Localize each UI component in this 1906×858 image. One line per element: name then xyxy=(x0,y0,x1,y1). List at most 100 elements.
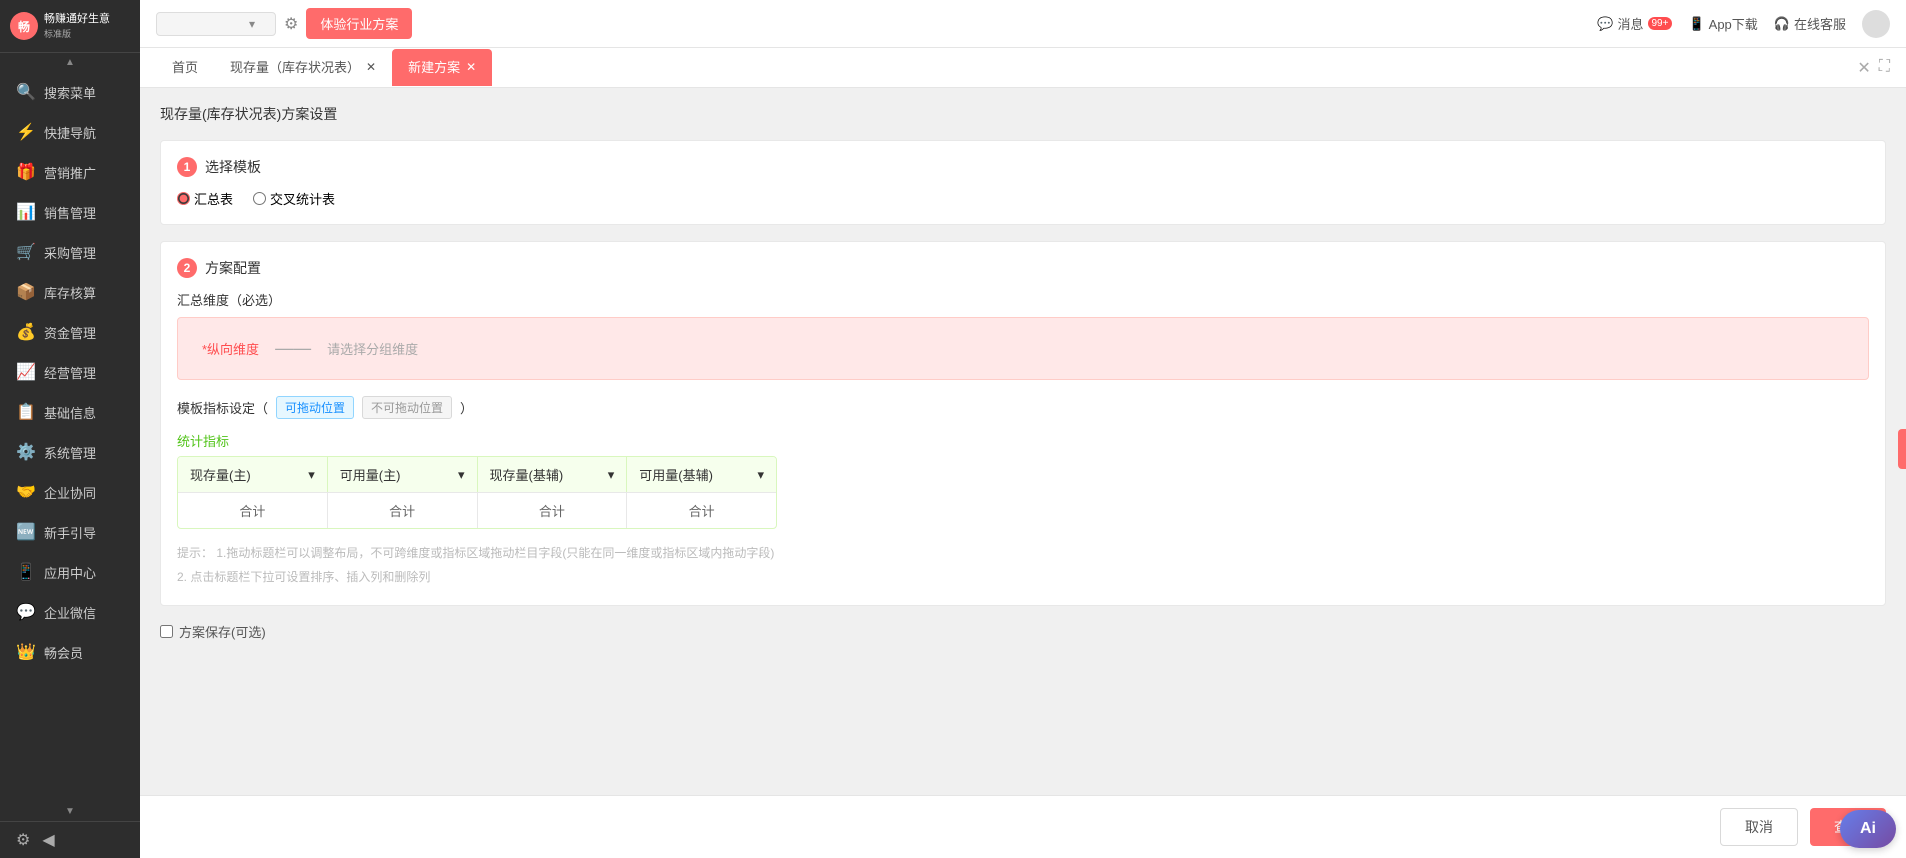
sidebar-item-basic-info[interactable]: 📋 基础信息 xyxy=(0,392,140,432)
sidebar-item-system[interactable]: ⚙️ 系统管理 xyxy=(0,432,140,472)
message-icon: 💬 xyxy=(1597,16,1613,32)
stats-col-2-label: 现存量(基辅) xyxy=(490,465,564,484)
tab-inventory-close[interactable]: ✕ xyxy=(366,60,376,74)
sidebar-item-label: 应用中心 xyxy=(44,563,96,582)
sidebar-item-search[interactable]: 🔍 搜索菜单 xyxy=(0,72,140,112)
sidebar-scroll-up[interactable]: ▲ xyxy=(0,53,140,72)
basic-info-icon: 📋 xyxy=(16,402,36,422)
stats-col-1[interactable]: 可用量(主) ▾ xyxy=(328,457,478,492)
sidebar-logo: 畅 畅赚通好生意 标准版 xyxy=(0,0,140,53)
sidebar-item-finance[interactable]: 💰 资金管理 xyxy=(0,312,140,352)
sidebar-item-label: 经营管理 xyxy=(44,363,96,382)
radio-cross[interactable]: 交叉统计表 xyxy=(253,189,335,208)
ai-button[interactable]: Ai xyxy=(1840,810,1896,848)
right-edge-handle[interactable] xyxy=(1898,429,1906,469)
indicator-label-text: 模板指标设定（ xyxy=(177,398,268,417)
tab-new-plan-label: 新建方案 xyxy=(408,57,460,76)
stats-col-2-dropdown[interactable]: ▾ xyxy=(608,467,615,483)
sidebar-scroll-down[interactable]: ▼ xyxy=(0,802,140,821)
search-dropdown-icon[interactable]: ▾ xyxy=(249,17,255,31)
sidebar-item-quick-nav[interactable]: ⚡ 快捷导航 xyxy=(0,112,140,152)
radio-summary-label: 汇总表 xyxy=(194,189,233,208)
sidebar-item-label: 快捷导航 xyxy=(44,123,96,142)
app-logo-text: 畅赚通好生意 标准版 xyxy=(44,12,110,39)
save-row: 方案保存(可选) xyxy=(160,622,1886,641)
sidebar-item-sales[interactable]: 📊 销售管理 xyxy=(0,192,140,232)
sidebar-item-newuser[interactable]: 🆕 新手引导 xyxy=(0,512,140,552)
stats-table: 现存量(主) ▾ 可用量(主) ▾ 现存量(基辅) ▾ xyxy=(177,456,777,529)
topbar-search-box[interactable]: ▾ xyxy=(156,12,276,36)
save-checkbox[interactable] xyxy=(160,625,173,638)
service-icon: 🎧 xyxy=(1774,16,1790,32)
sidebar-item-appcenter[interactable]: 📱 应用中心 xyxy=(0,552,140,592)
indicator-settings: 模板指标设定（ 可拖动位置 不可拖动位置 ） xyxy=(177,396,1869,419)
window-expand-btn[interactable]: ⛶ xyxy=(1879,58,1890,78)
trial-button[interactable]: 体验行业方案 xyxy=(306,8,412,39)
collapse-icon[interactable]: ◀ xyxy=(42,830,54,850)
topbar-right: 💬 消息 99+ 📱 App下载 🎧 在线客服 xyxy=(1597,10,1890,38)
step2-section: 2 方案配置 汇总维度（必选） *纵向维度 —— 请选择分组维度 模板指标设定（… xyxy=(160,241,1886,606)
sidebar-footer: ⚙ ◀ xyxy=(0,821,140,858)
sidebar-item-operations[interactable]: 📈 经营管理 xyxy=(0,352,140,392)
sidebar-item-label: 搜索菜单 xyxy=(44,83,96,102)
indicator-settings-label: 模板指标设定（ 可拖动位置 不可拖动位置 ） xyxy=(177,396,1869,419)
stats-col-3-dropdown[interactable]: ▾ xyxy=(757,467,764,483)
tab-home[interactable]: 首页 xyxy=(156,49,214,86)
radio-cross-label: 交叉统计表 xyxy=(270,189,335,208)
sidebar-item-label: 库存核算 xyxy=(44,283,96,302)
tab-new-plan[interactable]: 新建方案 ✕ xyxy=(392,49,492,86)
stats-col-3-label: 可用量(基辅) xyxy=(639,465,713,484)
app-download-label: App下载 xyxy=(1709,14,1758,33)
cancel-button[interactable]: 取消 xyxy=(1720,808,1798,846)
finance-icon: 💰 xyxy=(16,322,36,342)
stats-cell-0: 合计 xyxy=(178,492,328,528)
sidebar-item-member[interactable]: 👑 畅会员 xyxy=(0,632,140,672)
tab-new-plan-close[interactable]: ✕ xyxy=(466,60,476,74)
sidebar-item-enterprise[interactable]: 🤝 企业协同 xyxy=(0,472,140,512)
indicator-draggable-badge: 可拖动位置 xyxy=(276,396,354,419)
sidebar-item-wechat[interactable]: 💬 企业微信 xyxy=(0,592,140,632)
radio-summary-input[interactable] xyxy=(177,192,190,205)
sales-icon: 📊 xyxy=(16,202,36,222)
search-input[interactable] xyxy=(165,17,245,31)
inventory-icon: 📦 xyxy=(16,282,36,302)
save-label: 方案保存(可选) xyxy=(179,622,266,641)
marketing-icon: 🎁 xyxy=(16,162,36,182)
tab-inventory[interactable]: 现存量（库存状况表） ✕ xyxy=(214,49,392,86)
page-title: 现存量(库存状况表)方案设置 xyxy=(160,104,1886,124)
stats-col-1-dropdown[interactable]: ▾ xyxy=(458,467,465,483)
online-service-item[interactable]: 🎧 在线客服 xyxy=(1774,14,1846,33)
stats-col-3[interactable]: 可用量(基辅) ▾ xyxy=(627,457,776,492)
radio-summary[interactable]: 汇总表 xyxy=(177,189,233,208)
sidebar-item-purchase[interactable]: 🛒 采购管理 xyxy=(0,232,140,272)
stats-col-0-dropdown[interactable]: ▾ xyxy=(308,467,315,483)
sidebar-item-label: 新手引导 xyxy=(44,523,96,542)
gear-icon[interactable]: ⚙ xyxy=(284,14,298,34)
tips-section: 提示： 1.拖动标题栏可以调整布局，不可跨维度或指标区域拖动栏目字段(只能在同一… xyxy=(177,541,1869,589)
window-controls: ✕ ⛶ xyxy=(1857,58,1890,78)
dimension-area[interactable]: *纵向维度 —— 请选择分组维度 xyxy=(177,317,1869,380)
enterprise-icon: 🤝 xyxy=(16,482,36,502)
user-avatar[interactable] xyxy=(1862,10,1890,38)
sidebar-item-label: 企业协同 xyxy=(44,483,96,502)
message-badge: 99+ xyxy=(1648,17,1673,30)
sidebar-item-label: 系统管理 xyxy=(44,443,96,462)
sidebar-item-inventory[interactable]: 📦 库存核算 xyxy=(0,272,140,312)
radio-cross-input[interactable] xyxy=(253,192,266,205)
vertical-dim-label: *纵向维度 xyxy=(202,339,259,358)
step1-badge: 1 xyxy=(177,157,197,177)
stats-col-1-label: 可用量(主) xyxy=(340,465,401,484)
step1-header: 1 选择模板 xyxy=(177,157,1869,177)
sidebar-item-marketing[interactable]: 🎁 营销推广 xyxy=(0,152,140,192)
window-close-btn[interactable]: ✕ xyxy=(1857,58,1870,78)
topbar-left: ▾ ⚙ 体验行业方案 xyxy=(156,8,412,39)
stats-cell-3: 合计 xyxy=(627,492,776,528)
app-download-item[interactable]: 📱 App下载 xyxy=(1688,14,1757,33)
stats-table-body: 合计 合计 合计 合计 xyxy=(178,492,776,528)
step1-section: 1 选择模板 汇总表 交叉统计表 xyxy=(160,140,1886,225)
settings-icon[interactable]: ⚙ xyxy=(16,830,30,850)
stats-col-0[interactable]: 现存量(主) ▾ xyxy=(178,457,328,492)
appcenter-icon: 📱 xyxy=(16,562,36,582)
stats-col-2[interactable]: 现存量(基辅) ▾ xyxy=(478,457,628,492)
message-item[interactable]: 💬 消息 99+ xyxy=(1597,14,1672,33)
